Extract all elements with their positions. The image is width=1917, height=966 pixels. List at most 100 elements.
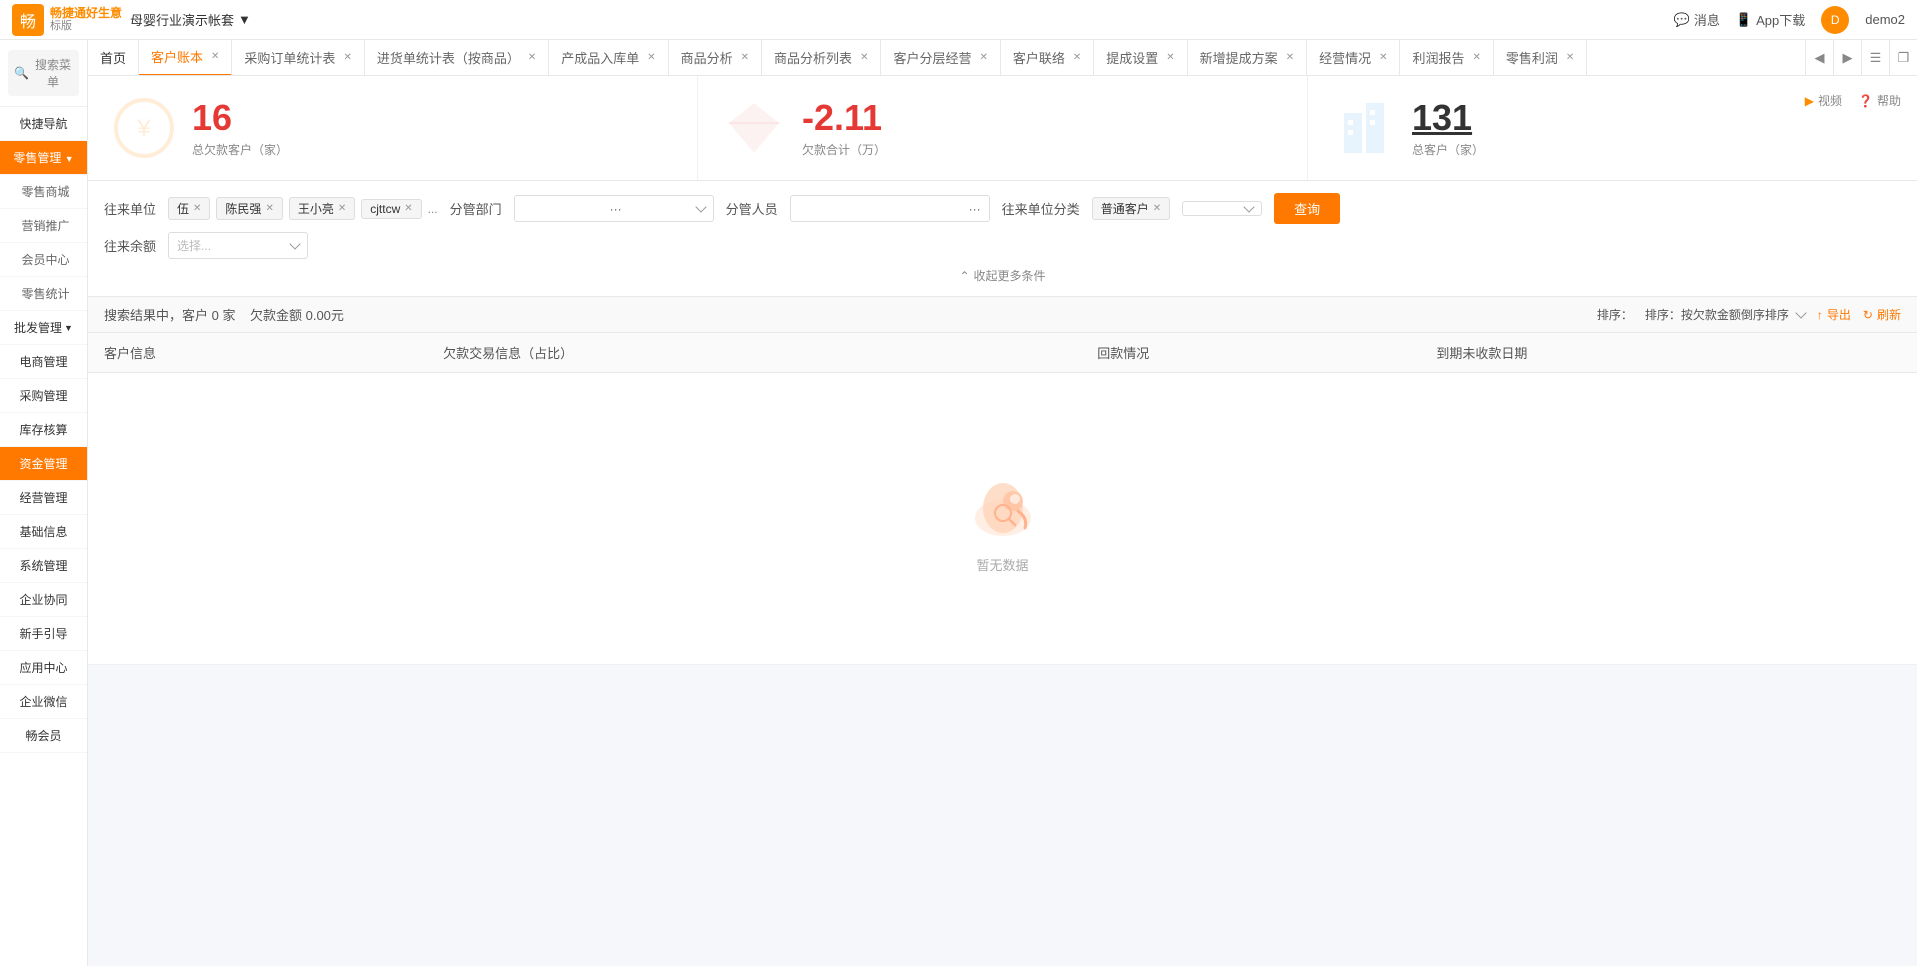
balance-filter-dropdown[interactable]: 选择...	[168, 232, 308, 259]
unit-tag-wu[interactable]: 伍 ✕	[168, 197, 210, 220]
unit-tag-wang-close[interactable]: ✕	[338, 203, 346, 214]
help-action-btn[interactable]: ❓ 帮助	[1858, 92, 1901, 109]
tab-home[interactable]: 首页	[88, 40, 139, 76]
sidebar-item-system[interactable]: 系统管理	[0, 549, 87, 583]
tab-scroll-right[interactable]: ▶	[1833, 40, 1861, 76]
tab-commission-settings[interactable]: 提成设置 ✕	[1094, 40, 1187, 76]
tab-close-inbound[interactable]: ✕	[528, 52, 536, 63]
sidebar-item-inventory[interactable]: 库存核算	[0, 413, 87, 447]
stat-card-overdue-amount: -2.11 欠款合计（万）	[698, 76, 1308, 180]
tab-profit-report[interactable]: 利润报告 ✕	[1400, 40, 1493, 76]
tab-bar-inner: 首页 客户账本 ✕ 采购订单统计表 ✕ 进货单统计表（按商品） ✕ 产成品入库单…	[88, 40, 1805, 76]
sidebar-item-marketing[interactable]: 营销推广	[0, 209, 87, 243]
tab-menu-btn[interactable]: ☰	[1861, 40, 1889, 76]
sidebar-item-vip-member[interactable]: 畅会员	[0, 719, 87, 753]
sidebar-item-purchase[interactable]: 采购管理	[0, 379, 87, 413]
tab-close-profit[interactable]: ✕	[1473, 52, 1481, 63]
stats-row: ¥ 16 总欠款客户（家）	[88, 76, 1917, 181]
empty-state: 暂无数据	[104, 383, 1901, 654]
refresh-button[interactable]: ↻ 刷新	[1863, 306, 1901, 323]
sidebar-item-member-center[interactable]: 会员中心	[0, 243, 87, 277]
unit-tag-wang[interactable]: 王小亮 ✕	[289, 197, 355, 220]
tab-close-business[interactable]: ✕	[1379, 52, 1387, 63]
video-action-btn[interactable]: ▶ 视频	[1805, 92, 1842, 109]
tab-customer-account[interactable]: 客户账本 ✕	[139, 40, 232, 76]
tab-business-status[interactable]: 经营情况 ✕	[1307, 40, 1400, 76]
col-overdue-trade-info: 欠款交易信息（占比）	[427, 333, 1081, 373]
total-customers-value: 131	[1412, 98, 1484, 138]
tab-bar: 首页 客户账本 ✕ 采购订单统计表 ✕ 进货单统计表（按商品） ✕ 产成品入库单…	[88, 40, 1917, 76]
export-button[interactable]: ↑ 导出	[1817, 306, 1851, 323]
tab-close-customer-contact[interactable]: ✕	[1073, 52, 1081, 63]
tab-close-customer-account[interactable]: ✕	[211, 51, 219, 62]
filter-row-1: 往来单位 伍 ✕ 陈民强 ✕ 王小亮 ✕	[104, 193, 1901, 224]
tab-cost-inbound[interactable]: 产成品入库单 ✕	[549, 40, 668, 76]
filter-row-2: 往来余额 选择...	[104, 232, 1901, 259]
page-content: ¥ 16 总欠款客户（家）	[88, 76, 1917, 966]
tab-close-cost-inbound[interactable]: ✕	[647, 52, 655, 63]
search-button[interactable]: 查询	[1274, 193, 1340, 224]
search-icon: 🔍	[14, 66, 29, 80]
collapse-button[interactable]: ⌃ 收起更多条件	[104, 267, 1901, 284]
result-actions: 排序： 排序：按欠款金额倒序排序 ↑ 导出 ↻ 刷新	[1597, 306, 1901, 323]
tab-inbound-stats[interactable]: 进货单统计表（按商品） ✕	[365, 40, 549, 76]
video-icon: ▶	[1805, 94, 1814, 108]
unit-filter-more[interactable]: ...	[428, 202, 438, 216]
empty-state-icon	[963, 463, 1043, 543]
sidebar-item-finance[interactable]: 资金管理	[0, 447, 87, 481]
tab-scroll-left[interactable]: ◀	[1805, 40, 1833, 76]
empty-cell: 暂无数据	[88, 373, 1917, 665]
unit-category-tags: 普通客户 ✕	[1092, 197, 1170, 220]
sidebar-item-enterprise-collab[interactable]: 企业协同	[0, 583, 87, 617]
message-btn[interactable]: 💬 消息	[1674, 10, 1720, 29]
person-filter-dropdown[interactable]: ···	[790, 195, 990, 222]
unit-tag-cjttcw-close[interactable]: ✕	[404, 203, 412, 214]
tab-close-product-analysis-list[interactable]: ✕	[860, 52, 868, 63]
unit-category-tag-normal[interactable]: 普通客户 ✕	[1092, 197, 1170, 220]
unit-tag-chen[interactable]: 陈民强 ✕	[216, 197, 282, 220]
tab-product-analysis-list[interactable]: 商品分析列表 ✕	[762, 40, 881, 76]
sidebar-item-retail-stats[interactable]: 零售统计	[0, 277, 87, 311]
tab-close-purchase-order[interactable]: ✕	[343, 52, 351, 63]
unit-tag-wu-close[interactable]: ✕	[193, 203, 201, 214]
unit-tag-chen-close[interactable]: ✕	[265, 203, 273, 214]
sidebar-item-new-guide[interactable]: 新手引导	[0, 617, 87, 651]
help-icon: ❓	[1858, 94, 1873, 108]
unit-tag-cjttcw[interactable]: cjttcw ✕	[361, 199, 421, 219]
tab-customer-contact[interactable]: 客户联络 ✕	[1001, 40, 1094, 76]
tab-new-commission-plan[interactable]: 新增提成方案 ✕	[1188, 40, 1307, 76]
tab-purchase-order-stats[interactable]: 采购订单统计表 ✕	[232, 40, 364, 76]
sidebar-item-app-center[interactable]: 应用中心	[0, 651, 87, 685]
sidebar-item-enterprise-wechat[interactable]: 企业微信	[0, 685, 87, 719]
unit-category-normal-close[interactable]: ✕	[1153, 203, 1161, 214]
tab-customer-segment[interactable]: 客户分层经营 ✕	[881, 40, 1000, 76]
sidebar-item-quick-nav[interactable]: 快捷导航	[0, 107, 87, 141]
total-customers-info: 131 总客户（家）	[1412, 98, 1484, 159]
data-table: 客户信息 欠款交易信息（占比） 回款情况 到期未收款日期	[88, 333, 1917, 665]
tab-close-retail-profit[interactable]: ✕	[1566, 52, 1574, 63]
sidebar-item-operations[interactable]: 经营管理	[0, 481, 87, 515]
tab-close-commission[interactable]: ✕	[1166, 52, 1174, 63]
sidebar-item-retail-manage[interactable]: 零售管理 ▼	[0, 141, 87, 175]
sidebar-item-wholesale[interactable]: 批发管理 ▼	[0, 311, 87, 345]
tab-close-new-commission[interactable]: ✕	[1286, 52, 1294, 63]
sidebar-item-ecommerce[interactable]: 电商管理	[0, 345, 87, 379]
sidebar-item-basic-info[interactable]: 基础信息	[0, 515, 87, 549]
sort-select[interactable]: 排序：按欠款金额倒序排序	[1645, 306, 1805, 323]
tab-close-product-analysis[interactable]: ✕	[741, 52, 749, 63]
app-download-btn[interactable]: 📱 App下载	[1736, 10, 1805, 29]
dept-filter-dropdown[interactable]: ···	[514, 195, 714, 222]
tab-close-customer-segment[interactable]: ✕	[979, 52, 987, 63]
tab-retail-profit[interactable]: 零售利润 ✕	[1494, 40, 1587, 76]
sidebar: 🔍 搜索菜单 快捷导航 零售管理 ▼ 零售商城 营销推广 会员中心 零售统计 批…	[0, 40, 88, 966]
avatar[interactable]: D	[1821, 6, 1849, 34]
tab-product-analysis[interactable]: 商品分析 ✕	[669, 40, 762, 76]
sidebar-item-retail-mall[interactable]: 零售商城	[0, 175, 87, 209]
unit-category-dropdown[interactable]	[1182, 201, 1262, 216]
tab-expand-btn[interactable]: ❐	[1889, 40, 1917, 76]
stat-card-total-customers: 131 总客户（家） ▶ 视频 ❓ 帮助	[1308, 76, 1917, 180]
search-menu-button[interactable]: 🔍 搜索菜单	[8, 50, 79, 96]
unit-category-label: 往来单位分类	[1002, 199, 1080, 218]
store-select[interactable]: 母婴行业演示帐套 ▼	[130, 10, 251, 29]
svg-text:¥: ¥	[136, 115, 151, 142]
